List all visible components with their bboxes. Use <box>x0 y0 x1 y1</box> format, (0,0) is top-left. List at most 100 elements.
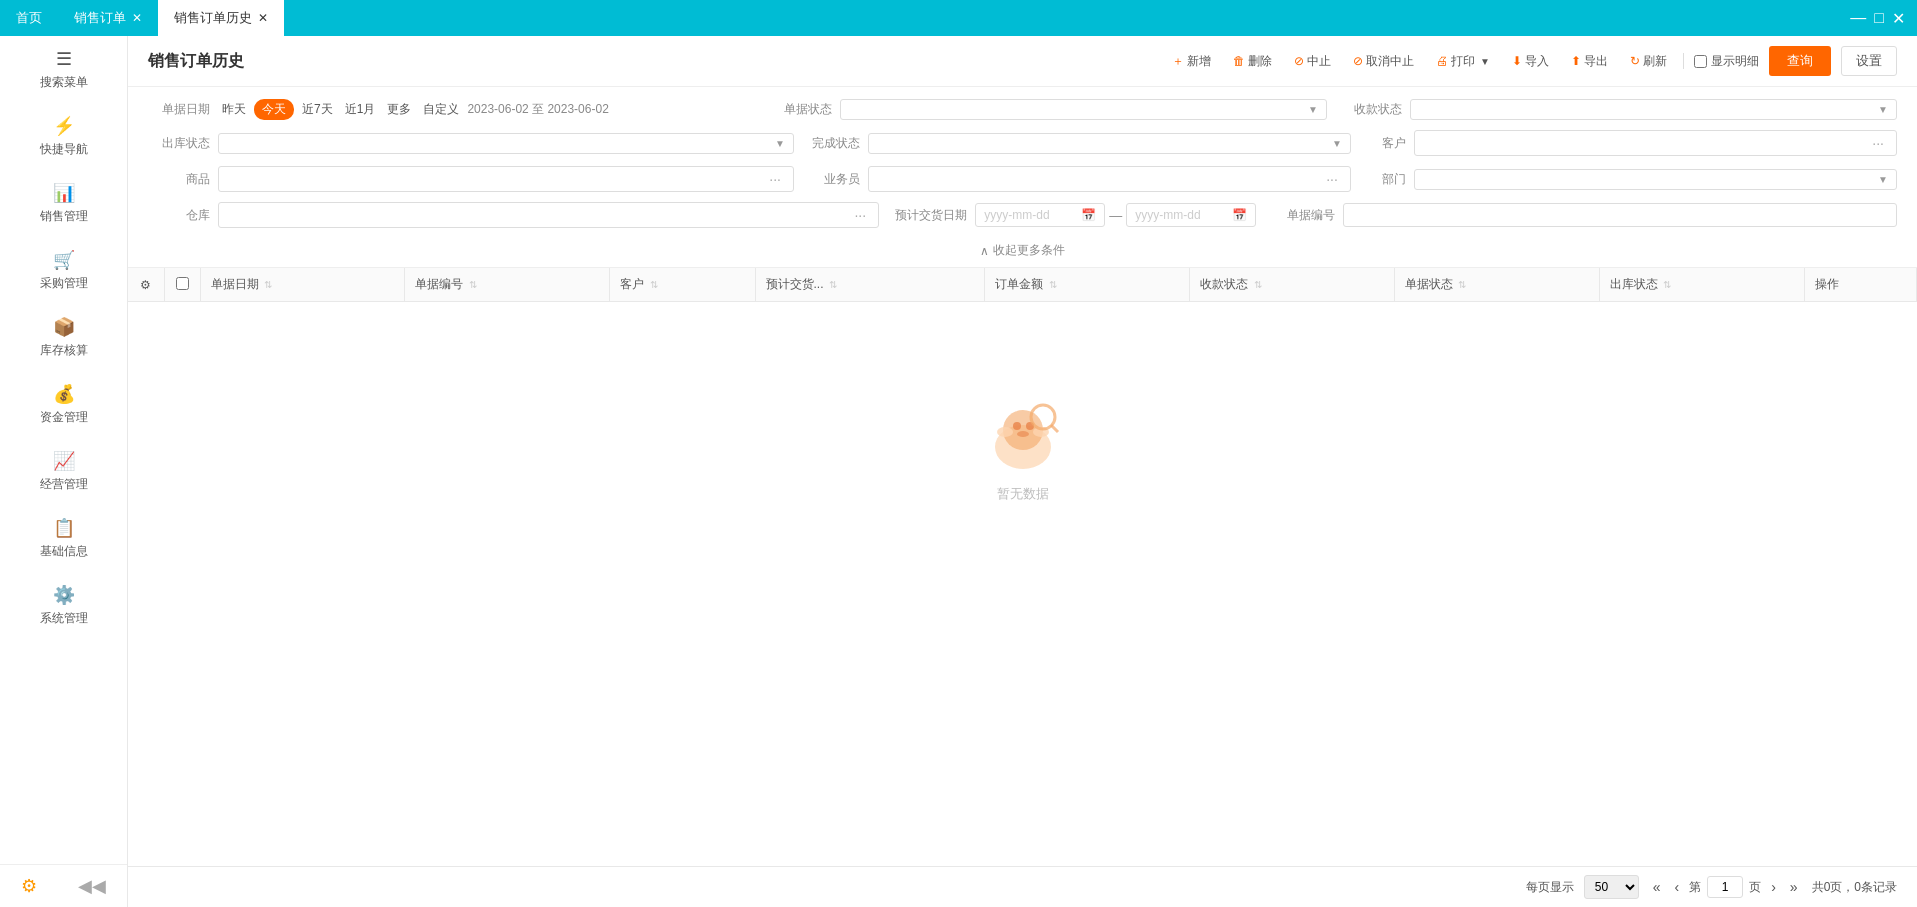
receipt-status-select[interactable]: ▼ <box>1410 99 1897 120</box>
col-delivery-sort[interactable]: ⇅ <box>829 279 837 290</box>
export-btn[interactable]: ⬆ 导出 <box>1565 49 1614 74</box>
page-size-select[interactable]: 50 10 20 100 <box>1584 875 1639 899</box>
tab-sales-order-history-close[interactable]: ✕ <box>258 11 268 25</box>
customer-input[interactable]: ··· <box>1414 130 1897 156</box>
sidebar-settings-icon[interactable]: ⚙ <box>21 875 37 897</box>
col-receipt-sort[interactable]: ⇅ <box>1254 279 1262 290</box>
col-check[interactable] <box>164 268 200 302</box>
salesman-label: 业务员 <box>808 171 868 188</box>
sidebar-item-sys-mgmt[interactable]: ⚙️ 系统管理 <box>0 572 127 639</box>
tab-sales-order-close[interactable]: ✕ <box>132 11 142 25</box>
sidebar-item-purchase-mgmt[interactable]: 🛒 采购管理 <box>0 237 127 304</box>
empty-text: 暂无数据 <box>997 485 1049 503</box>
tab-home[interactable]: 首页 <box>0 0 58 36</box>
sidebar-item-operations[interactable]: 📈 经营管理 <box>0 438 127 505</box>
sidebar-item-search-menu[interactable]: ☰ 搜索菜单 <box>0 36 127 103</box>
new-btn[interactable]: ＋ 新增 <box>1166 49 1217 74</box>
footer: 每页显示 50 10 20 100 « ‹ 第 页 › » 共0页，0条记录 <box>128 866 1917 907</box>
salesman-input[interactable]: ··· <box>868 166 1351 192</box>
col-bill-status: 单据状态 ⇅ <box>1395 268 1600 302</box>
delivery-end-placeholder: yyyy-mm-dd <box>1135 208 1232 222</box>
sales-mgmt-icon: 📊 <box>53 182 75 204</box>
page-num-input[interactable] <box>1707 876 1743 898</box>
import-btn[interactable]: ⬇ 导入 <box>1506 49 1555 74</box>
total-text: 共0页，0条记录 <box>1812 879 1897 896</box>
sidebar-item-finance[interactable]: 💰 资金管理 <box>0 371 127 438</box>
col-outbound-sort[interactable]: ⇅ <box>1663 279 1671 290</box>
set-btn[interactable]: 设置 <box>1841 46 1897 76</box>
col-amount: 订单金额 ⇅ <box>985 268 1190 302</box>
prev-page-btn[interactable]: ‹ <box>1671 877 1684 897</box>
page-unit: 页 <box>1749 879 1761 896</box>
warehouse-ellipsis[interactable]: ··· <box>850 207 870 223</box>
window-min-btn[interactable]: — <box>1850 9 1866 27</box>
tab-sales-order-history[interactable]: 销售订单历史 ✕ <box>158 0 284 36</box>
sidebar-collapse-icon[interactable]: ◀◀ <box>78 875 106 897</box>
col-outbound-label: 出库状态 <box>1610 277 1658 291</box>
col-outbound-status: 出库状态 ⇅ <box>1600 268 1805 302</box>
empty-state: 暂无数据 <box>128 302 1917 583</box>
warehouse-input[interactable]: ··· <box>218 202 879 228</box>
col-order-no-sort[interactable]: ⇅ <box>469 279 477 290</box>
outbound-select[interactable]: ▼ <box>218 133 794 154</box>
today-btn[interactable]: 今天 <box>254 99 294 120</box>
refresh-btn[interactable]: ↻ 刷新 <box>1624 49 1673 74</box>
collapse-row[interactable]: ∧ 收起更多条件 <box>148 238 1897 263</box>
col-date-sort[interactable]: ⇅ <box>264 279 272 290</box>
sidebar-item-inventory[interactable]: 📦 库存核算 <box>0 304 127 371</box>
cancel-stop-label: 取消中止 <box>1366 53 1414 70</box>
delivery-date-end[interactable]: yyyy-mm-dd 📅 <box>1126 203 1256 227</box>
query-btn[interactable]: 查询 <box>1769 46 1831 76</box>
filter-area: 单据日期 昨天 今天 近7天 近1月 更多 自定义 2023-06-02 至 2… <box>128 87 1917 268</box>
date-range-text: 2023-06-02 至 2023-06-02 <box>467 101 608 118</box>
select-all-checkbox[interactable] <box>176 277 189 290</box>
dept-select[interactable]: ▼ <box>1414 169 1897 190</box>
col-amount-label: 订单金额 <box>995 277 1043 291</box>
status-select[interactable]: ▼ <box>840 99 1327 120</box>
col-customer-sort[interactable]: ⇅ <box>650 279 658 290</box>
show-detail-toggle[interactable]: 显示明细 <box>1694 53 1759 70</box>
sidebar-item-sales-mgmt[interactable]: 📊 销售管理 <box>0 170 127 237</box>
delete-btn[interactable]: 🗑 删除 <box>1227 49 1278 74</box>
last7-btn[interactable]: 近7天 <box>298 99 337 120</box>
window-close-btn[interactable]: ✕ <box>1892 9 1905 28</box>
complete-select[interactable]: ▼ <box>868 133 1351 154</box>
show-detail-label: 显示明细 <box>1711 53 1759 70</box>
refresh-label: 刷新 <box>1643 53 1667 70</box>
base-info-icon: 📋 <box>53 517 75 539</box>
print-btn[interactable]: 🖨 打印 ▼ <box>1430 49 1496 74</box>
col-amount-sort[interactable]: ⇅ <box>1049 279 1057 290</box>
filter-row-3: 商品 ··· 业务员 ··· 部门 ▼ <box>148 166 1897 192</box>
custom-btn[interactable]: 自定义 <box>419 99 463 120</box>
col-bill-sort[interactable]: ⇅ <box>1458 279 1466 290</box>
table-settings-icon[interactable]: ⚙ <box>140 278 151 292</box>
stop-btn[interactable]: ⊘ 中止 <box>1288 49 1337 74</box>
window-max-btn[interactable]: □ <box>1874 9 1884 27</box>
col-settings[interactable]: ⚙ <box>128 268 164 302</box>
date-control: 昨天 今天 近7天 近1月 更多 自定义 2023-06-02 至 2023-0… <box>218 99 780 120</box>
customer-ellipsis[interactable]: ··· <box>1868 135 1888 151</box>
show-detail-checkbox[interactable] <box>1694 55 1707 68</box>
sidebar-item-label: 资金管理 <box>40 409 88 426</box>
more-btn[interactable]: 更多 <box>383 99 415 120</box>
next-page-btn[interactable]: › <box>1767 877 1780 897</box>
goods-input[interactable]: ··· <box>218 166 794 192</box>
order-no-input[interactable] <box>1343 203 1897 227</box>
last-page-btn[interactable]: » <box>1786 877 1802 897</box>
sidebar-item-base-info[interactable]: 📋 基础信息 <box>0 505 127 572</box>
delivery-date-start[interactable]: yyyy-mm-dd 📅 <box>975 203 1105 227</box>
cancel-stop-btn[interactable]: ⊘ 取消中止 <box>1347 49 1420 74</box>
delivery-label: 预计交货日期 <box>895 207 975 224</box>
yesterday-btn[interactable]: 昨天 <box>218 99 250 120</box>
last1m-btn[interactable]: 近1月 <box>341 99 380 120</box>
sidebar-item-quick-nav[interactable]: ⚡ 快捷导航 <box>0 103 127 170</box>
goods-ellipsis[interactable]: ··· <box>765 171 785 187</box>
first-page-btn[interactable]: « <box>1649 877 1665 897</box>
purchase-mgmt-icon: 🛒 <box>53 249 75 271</box>
col-receipt-status: 收款状态 ⇅ <box>1190 268 1395 302</box>
tab-sales-order[interactable]: 销售订单 ✕ <box>58 0 158 36</box>
print-icon: 🖨 <box>1436 54 1448 68</box>
salesman-ellipsis[interactable]: ··· <box>1322 171 1342 187</box>
inventory-icon: 📦 <box>53 316 75 338</box>
status-select-arrow: ▼ <box>1308 104 1318 115</box>
